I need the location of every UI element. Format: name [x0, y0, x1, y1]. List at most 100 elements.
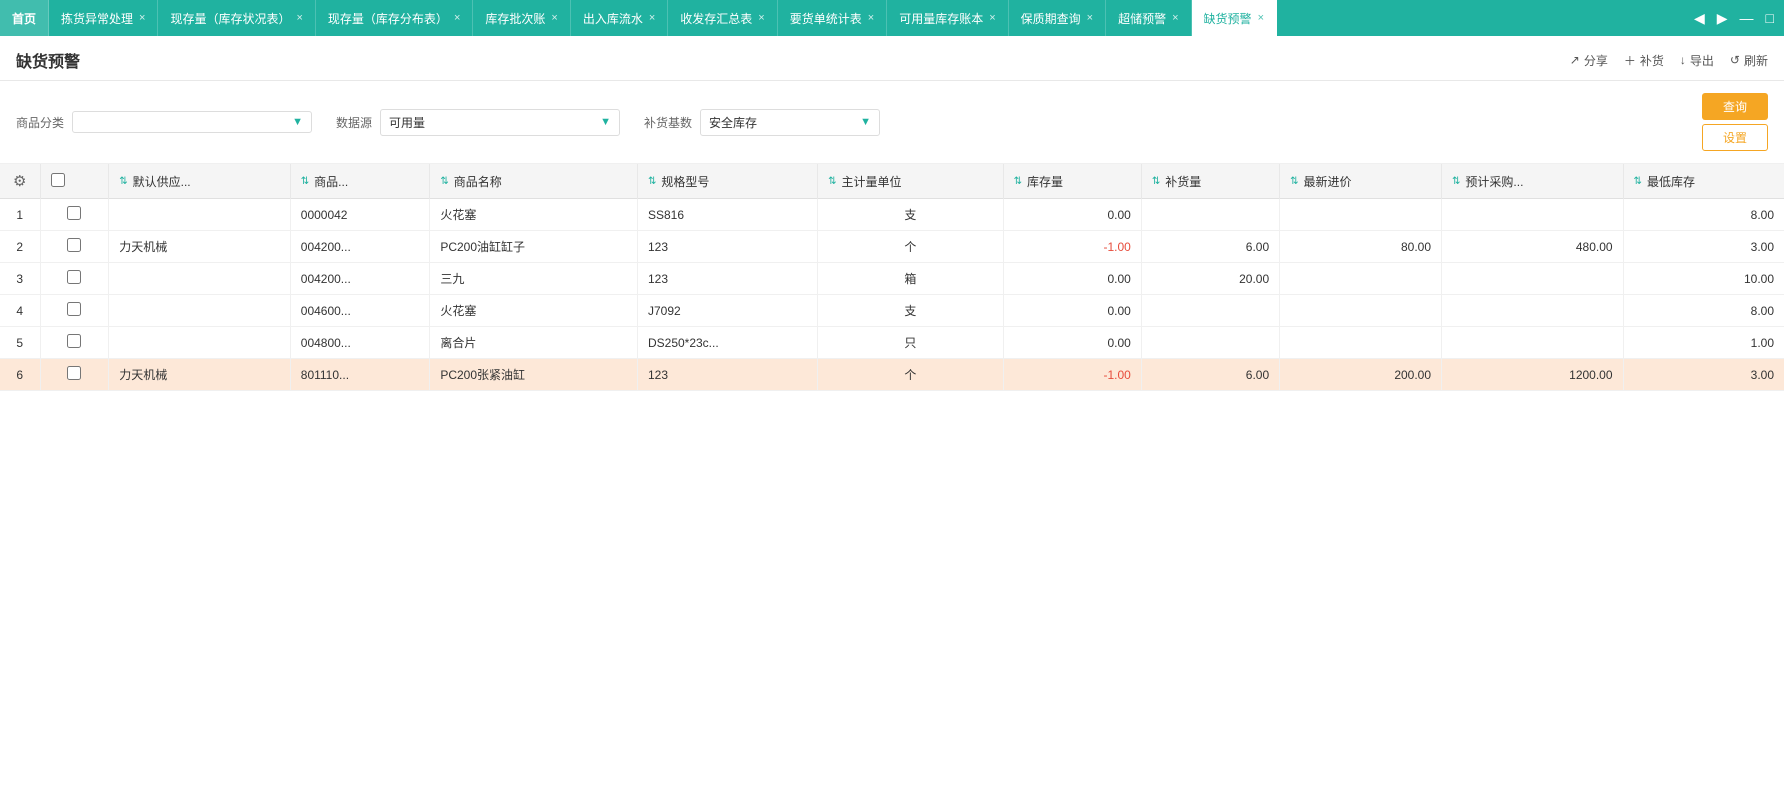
tab-close-shortage-warn[interactable]: ×: [1258, 12, 1264, 24]
row-checkbox[interactable]: [67, 366, 81, 380]
tab-order-stats[interactable]: 要货单统计表 ×: [778, 0, 887, 36]
select-all-checkbox[interactable]: [51, 173, 65, 187]
header-actions: ↗ 分享 ＋ 补货 ↓ 导出 ↺ 刷新: [1570, 52, 1768, 69]
tab-maximize-button[interactable]: □: [1760, 0, 1780, 36]
td-product-code: 801110...: [290, 359, 430, 391]
tab-close-receipt-summary[interactable]: ×: [758, 12, 764, 24]
tab-next-button[interactable]: ▶: [1711, 0, 1734, 36]
row-checkbox[interactable]: [67, 302, 81, 316]
td-stock: 0.00: [1003, 263, 1141, 295]
column-settings-button[interactable]: ⚙: [13, 172, 26, 190]
sort-unit-icon: ⇅: [828, 176, 836, 187]
td-row-no: 4: [0, 295, 40, 327]
row-checkbox[interactable]: [67, 270, 81, 284]
row-checkbox[interactable]: [67, 334, 81, 348]
tab-overstock-warn[interactable]: 超储预警 ×: [1106, 0, 1191, 36]
td-unit: 只: [818, 327, 1003, 359]
th-supplier[interactable]: ⇅ 默认供应...: [109, 164, 291, 199]
tab-expiry-query[interactable]: 保质期查询 ×: [1009, 0, 1106, 36]
restock-button[interactable]: ＋ 补货: [1624, 52, 1664, 69]
td-supplier: 力天机械: [109, 359, 291, 391]
category-select[interactable]: ▼: [72, 111, 312, 133]
th-spec[interactable]: ⇅ 规格型号: [637, 164, 817, 199]
td-spec: DS250*23c...: [637, 327, 817, 359]
td-stock: -1.00: [1003, 359, 1141, 391]
tab-process[interactable]: 拣货异常处理 ×: [49, 0, 158, 36]
th-product-name[interactable]: ⇅ 商品名称: [430, 164, 638, 199]
tab-close-expiry-query[interactable]: ×: [1087, 12, 1093, 24]
td-row-no: 3: [0, 263, 40, 295]
tab-prev-button[interactable]: ◀: [1688, 0, 1711, 36]
th-min-stock[interactable]: ⇅ 最低库存: [1623, 164, 1784, 199]
td-supplier: 力天机械: [109, 231, 291, 263]
table-row: 5004800...离合片DS250*23c...只0.001.00: [0, 327, 1784, 359]
th-restock-qty[interactable]: ⇅ 补货量: [1141, 164, 1279, 199]
td-restock-qty: [1141, 327, 1279, 359]
sort-stock-icon: ⇅: [1014, 176, 1022, 187]
td-spec: 123: [637, 231, 817, 263]
td-checkbox: [40, 359, 109, 391]
td-product-code: 0000042: [290, 199, 430, 231]
td-product-code: 004600...: [290, 295, 430, 327]
tab-close-stock-status[interactable]: ×: [296, 12, 302, 24]
tab-close-stock-dist[interactable]: ×: [454, 12, 460, 24]
th-latest-price[interactable]: ⇅ 最新进价: [1280, 164, 1442, 199]
share-button[interactable]: ↗ 分享: [1570, 52, 1608, 69]
td-product-name: PC200张紧油缸: [430, 359, 638, 391]
tab-close-batch-account[interactable]: ×: [551, 12, 557, 24]
th-unit[interactable]: ⇅ 主计量单位: [818, 164, 1003, 199]
sort-product-name-icon: ⇅: [440, 176, 448, 187]
tab-stock-dist[interactable]: 现存量（库存分布表） ×: [316, 0, 473, 36]
export-button[interactable]: ↓ 导出: [1680, 52, 1714, 69]
tab-close-overstock-warn[interactable]: ×: [1172, 12, 1178, 24]
settings-button[interactable]: 设置: [1702, 124, 1768, 151]
tab-inout-flow[interactable]: 出入库流水 ×: [571, 0, 668, 36]
td-checkbox: [40, 199, 109, 231]
table-header-row: ⚙ ⇅ 默认供应... ⇅ 商品...: [0, 164, 1784, 199]
td-unit: 支: [818, 199, 1003, 231]
th-product-code[interactable]: ⇅ 商品...: [290, 164, 430, 199]
filter-actions: 查询 设置: [1702, 93, 1768, 151]
datasource-filter-group: 数据源 可用量 ▼: [336, 109, 620, 136]
td-product-code: 004200...: [290, 231, 430, 263]
tab-close-order-stats[interactable]: ×: [868, 12, 874, 24]
td-restock-qty: 20.00: [1141, 263, 1279, 295]
sort-spec-icon: ⇅: [648, 176, 656, 187]
tab-close-available-ledger[interactable]: ×: [989, 12, 995, 24]
tab-batch-account[interactable]: 库存批次账 ×: [473, 0, 570, 36]
tab-receipt-summary[interactable]: 收发存汇总表 ×: [668, 0, 777, 36]
datasource-label: 数据源: [336, 114, 372, 131]
td-unit: 箱: [818, 263, 1003, 295]
tab-available-ledger[interactable]: 可用量库存账本 ×: [887, 0, 1008, 36]
tab-close-inout-flow[interactable]: ×: [649, 12, 655, 24]
row-checkbox[interactable]: [67, 206, 81, 220]
tab-close-process[interactable]: ×: [139, 12, 145, 24]
td-min-stock: 8.00: [1623, 295, 1784, 327]
page-title: 缺货预警: [16, 48, 80, 72]
td-latest-price: [1280, 263, 1442, 295]
td-checkbox: [40, 327, 109, 359]
row-checkbox[interactable]: [67, 238, 81, 252]
tab-shortage-warn[interactable]: 缺货预警 ×: [1192, 0, 1277, 36]
restock-icon: ＋: [1624, 52, 1636, 69]
td-row-no: 6: [0, 359, 40, 391]
refresh-button[interactable]: ↺ 刷新: [1730, 52, 1768, 69]
td-est-purchase: [1442, 263, 1624, 295]
th-stock[interactable]: ⇅ 库存量: [1003, 164, 1141, 199]
td-stock: 0.00: [1003, 327, 1141, 359]
td-min-stock: 8.00: [1623, 199, 1784, 231]
td-stock: 0.00: [1003, 295, 1141, 327]
tab-stock-status[interactable]: 现存量（库存状况表） ×: [158, 0, 315, 36]
datasource-arrow-icon: ▼: [600, 116, 611, 128]
restock-base-select[interactable]: 安全库存 ▼: [700, 109, 880, 136]
datasource-select[interactable]: 可用量 ▼: [380, 109, 620, 136]
query-button[interactable]: 查询: [1702, 93, 1768, 120]
td-est-purchase: 1200.00: [1442, 359, 1624, 391]
td-product-name: PC200油缸缸子: [430, 231, 638, 263]
th-est-purchase[interactable]: ⇅ 预计采购...: [1442, 164, 1624, 199]
tab-home[interactable]: 首页: [0, 0, 49, 36]
td-spec: 123: [637, 359, 817, 391]
tab-minimize-button[interactable]: —: [1734, 0, 1760, 36]
td-checkbox: [40, 263, 109, 295]
td-unit: 支: [818, 295, 1003, 327]
